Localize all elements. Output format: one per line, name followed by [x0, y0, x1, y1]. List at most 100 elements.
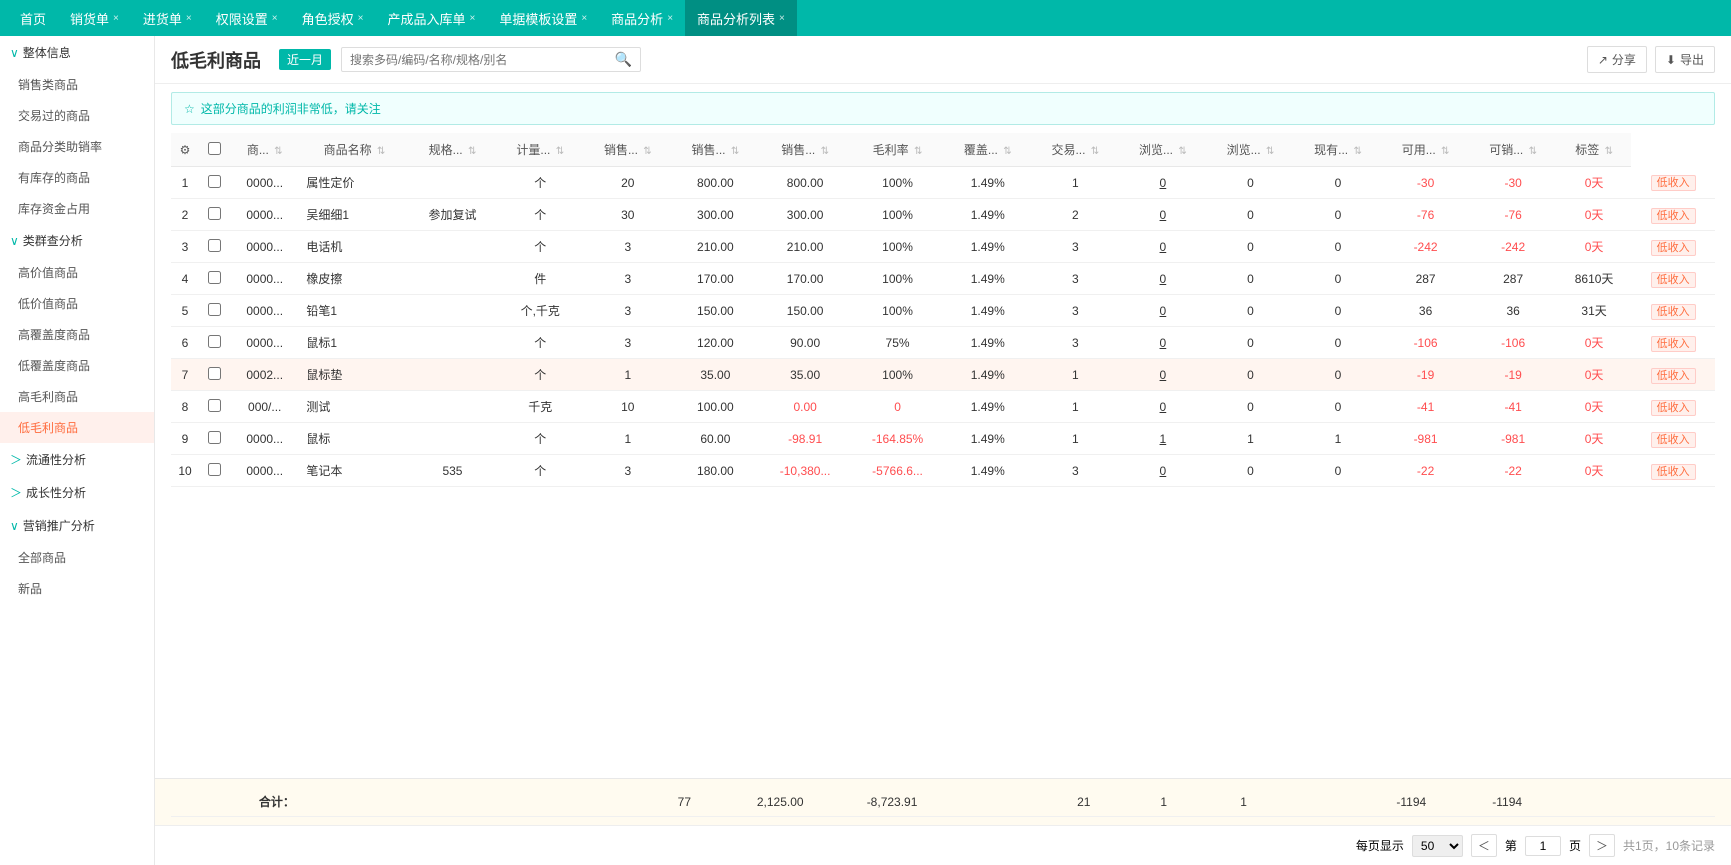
search-icon[interactable]: 🔍	[615, 51, 632, 68]
share-button[interactable]: ↗ 分享	[1587, 46, 1647, 73]
row-transaction[interactable]: 0	[1119, 455, 1207, 487]
select-all-checkbox[interactable]	[208, 142, 221, 155]
col-profit-rate[interactable]: 毛利率 ⇅	[851, 133, 944, 167]
table-row: 1 0000... 属性定价 个 20 800.00 800.00 100% 1…	[171, 167, 1715, 199]
col-sellable[interactable]: 可销... ⇅	[1469, 133, 1557, 167]
row-transaction[interactable]: 0	[1119, 263, 1207, 295]
close-icon[interactable]: ×	[113, 13, 119, 24]
row-name[interactable]: 鼠标垫	[300, 359, 408, 391]
sidebar-item-traded-goods[interactable]: 交易过的商品	[0, 100, 154, 131]
sidebar-item-high-coverage[interactable]: 高覆盖度商品	[0, 319, 154, 350]
row-name[interactable]: 鼠标	[300, 423, 408, 455]
nav-goods-analysis[interactable]: 商品分析 ×	[599, 0, 685, 36]
row-profit-rate: -5766.6...	[851, 455, 944, 487]
nav-goods-analysis-list[interactable]: 商品分析列表 ×	[685, 0, 797, 36]
close-icon[interactable]: ×	[667, 13, 673, 24]
sidebar-item-sales-goods[interactable]: 销售类商品	[0, 69, 154, 100]
col-sale-profit[interactable]: 销售... ⇅	[759, 133, 851, 167]
sidebar-item-high-value[interactable]: 高价值商品	[0, 257, 154, 288]
col-sale-qty[interactable]: 销售... ⇅	[584, 133, 672, 167]
row-transaction[interactable]: 0	[1119, 391, 1207, 423]
sidebar-group-cluster-title[interactable]: ∨ 类群查分析	[0, 224, 154, 257]
page-number-input[interactable]	[1525, 836, 1561, 856]
row-name[interactable]: 吴细细1	[300, 199, 408, 231]
sidebar-item-low-margin[interactable]: 低毛利商品	[0, 412, 154, 443]
row-name[interactable]: 电话机	[300, 231, 408, 263]
close-icon[interactable]: ×	[581, 13, 587, 24]
close-icon[interactable]: ×	[272, 13, 278, 24]
filter-tag-button[interactable]: 近一月	[279, 49, 331, 70]
row-name[interactable]: 测试	[300, 391, 408, 423]
row-checkbox[interactable]	[199, 167, 229, 199]
row-name[interactable]: 笔记本	[300, 455, 408, 487]
col-sale-amount[interactable]: 销售... ⇅	[672, 133, 760, 167]
row-name[interactable]: 属性定价	[300, 167, 408, 199]
close-icon[interactable]: ×	[186, 13, 192, 24]
col-stock[interactable]: 现有... ⇅	[1294, 133, 1382, 167]
row-transaction[interactable]: 1	[1119, 423, 1207, 455]
nav-template[interactable]: 单据模板设置 ×	[487, 0, 599, 36]
sidebar-item-stock-capital[interactable]: 库存资金占用	[0, 193, 154, 224]
sidebar-group-growth-title[interactable]: ＞ 成长性分析	[0, 476, 154, 509]
sidebar-item-category-sales[interactable]: 商品分类助销率	[0, 131, 154, 162]
col-checkbox[interactable]	[199, 133, 229, 167]
row-transaction[interactable]: 0	[1119, 231, 1207, 263]
content-area: 低毛利商品 近一月 🔍 ↗ 分享 ⬇ 导出 ☆ 这部分商品的利润非常低，请关注	[155, 36, 1731, 865]
nav-sales[interactable]: 销货单 ×	[58, 0, 131, 36]
row-transaction[interactable]: 0	[1119, 199, 1207, 231]
row-checkbox[interactable]	[199, 295, 229, 327]
nav-permission[interactable]: 权限设置 ×	[204, 0, 290, 36]
nav-purchase[interactable]: 进货单 ×	[131, 0, 204, 36]
col-available[interactable]: 可用... ⇅	[1382, 133, 1470, 167]
export-button[interactable]: ⬇ 导出	[1655, 46, 1715, 73]
sidebar-item-low-value[interactable]: 低价值商品	[0, 288, 154, 319]
row-profit-rate: 100%	[851, 295, 944, 327]
close-icon[interactable]: ×	[358, 13, 364, 24]
sidebar-group-marketing-title[interactable]: ∨ 营销推广分析	[0, 509, 154, 542]
prev-page-button[interactable]: ＜	[1471, 834, 1497, 857]
row-transaction[interactable]: 0	[1119, 167, 1207, 199]
search-input[interactable]	[350, 53, 615, 67]
col-transaction[interactable]: 交易... ⇅	[1032, 133, 1120, 167]
col-browse2[interactable]: 浏览... ⇅	[1207, 133, 1295, 167]
col-code[interactable]: 商... ⇅	[229, 133, 300, 167]
col-coverage[interactable]: 覆盖... ⇅	[944, 133, 1032, 167]
row-checkbox[interactable]	[199, 391, 229, 423]
row-sale-amount: 180.00	[672, 455, 760, 487]
close-icon[interactable]: ×	[779, 13, 785, 24]
row-code: 0002...	[229, 359, 300, 391]
col-name[interactable]: 商品名称 ⇅	[300, 133, 408, 167]
col-spec[interactable]: 规格... ⇅	[408, 133, 496, 167]
sidebar-item-high-margin[interactable]: 高毛利商品	[0, 381, 154, 412]
row-checkbox[interactable]	[199, 423, 229, 455]
col-unit[interactable]: 计量... ⇅	[496, 133, 584, 167]
row-transaction[interactable]: 0	[1119, 359, 1207, 391]
col-browse1[interactable]: 浏览... ⇅	[1119, 133, 1207, 167]
nav-home[interactable]: 首页	[8, 0, 58, 36]
row-checkbox[interactable]	[199, 455, 229, 487]
chevron-down-icon: ∨	[10, 519, 19, 533]
col-tag[interactable]: 标签 ⇅	[1557, 133, 1631, 167]
row-checkbox[interactable]	[199, 231, 229, 263]
row-checkbox[interactable]	[199, 263, 229, 295]
sidebar-item-all-goods[interactable]: 全部商品	[0, 542, 154, 573]
row-checkbox[interactable]	[199, 327, 229, 359]
nav-product-entry[interactable]: 产成品入库单 ×	[375, 0, 487, 36]
row-transaction[interactable]: 0	[1119, 327, 1207, 359]
row-checkbox[interactable]	[199, 359, 229, 391]
sidebar-item-low-coverage[interactable]: 低覆盖度商品	[0, 350, 154, 381]
row-transaction[interactable]: 0	[1119, 295, 1207, 327]
next-page-button[interactable]: ＞	[1589, 834, 1615, 857]
col-settings[interactable]: ⚙	[171, 133, 199, 167]
sidebar-item-new-goods[interactable]: 新品	[0, 573, 154, 604]
close-icon[interactable]: ×	[469, 13, 475, 24]
row-name[interactable]: 橡皮擦	[300, 263, 408, 295]
per-page-select[interactable]: 50 100 200	[1412, 835, 1463, 857]
sidebar-group-liquidity-title[interactable]: ＞ 流通性分析	[0, 443, 154, 476]
row-name[interactable]: 鼠标1	[300, 327, 408, 359]
nav-role[interactable]: 角色授权 ×	[290, 0, 376, 36]
sidebar-item-stocked-goods[interactable]: 有库存的商品	[0, 162, 154, 193]
row-checkbox[interactable]	[199, 199, 229, 231]
sidebar-group-overall-title[interactable]: ∨ 整体信息	[0, 36, 154, 69]
row-name[interactable]: 铅笔1	[300, 295, 408, 327]
